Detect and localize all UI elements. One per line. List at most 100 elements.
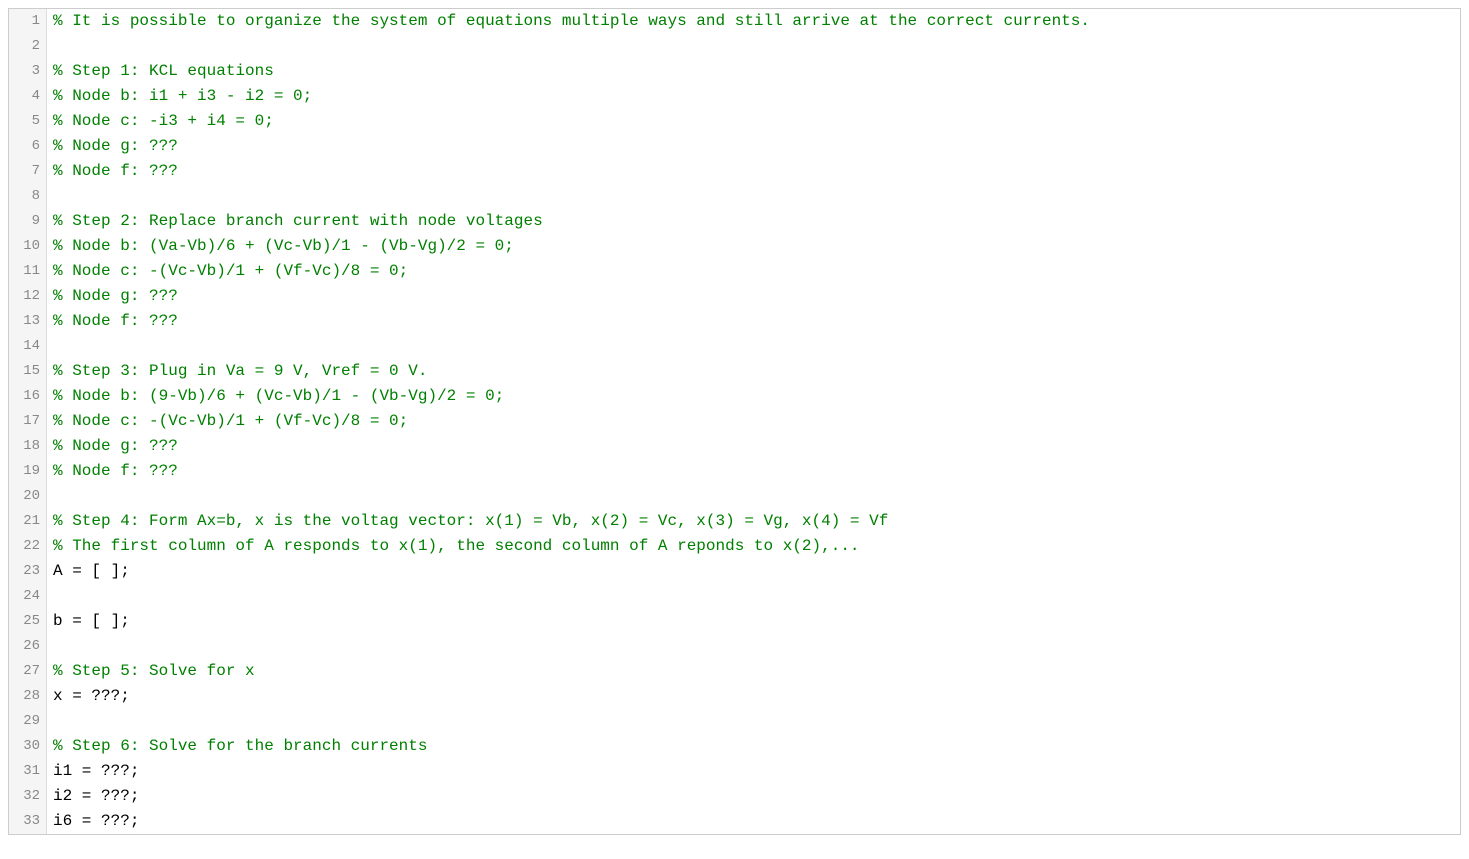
code-line[interactable]: 19 % Node f: ??? [9, 459, 1460, 484]
code-content[interactable]: % It is possible to organize the system … [47, 9, 1090, 34]
comment-span: % Node c: -(Vc-Vb)/1 + (Vf-Vc)/8 = 0; [53, 412, 408, 430]
line-number: 19 [9, 459, 47, 484]
code-content[interactable]: A = [ ]; [47, 559, 130, 584]
code-span: x = ???; [53, 687, 130, 705]
line-number: 30 [9, 734, 47, 759]
code-line[interactable]: 21% Step 4: Form Ax=b, x is the voltag v… [9, 509, 1460, 534]
line-number: 29 [9, 709, 47, 734]
code-content[interactable]: % Step 2: Replace branch current with no… [47, 209, 543, 234]
code-line[interactable]: 13% Node f: ??? [9, 309, 1460, 334]
code-line[interactable]: 11% Node c: -(Vc-Vb)/1 + (Vf-Vc)/8 = 0; [9, 259, 1460, 284]
code-content[interactable] [47, 634, 53, 659]
code-line[interactable]: 9% Step 2: Replace branch current with n… [9, 209, 1460, 234]
code-line[interactable]: 26 [9, 634, 1460, 659]
code-content[interactable]: % Node f: ??? [47, 159, 178, 184]
comment-span: % Node g: ??? [53, 437, 178, 455]
code-line[interactable]: 25b = [ ]; [9, 609, 1460, 634]
line-number: 24 [9, 584, 47, 609]
code-content[interactable]: % Node g: ??? [47, 134, 178, 159]
line-number: 18 [9, 434, 47, 459]
line-number: 23 [9, 559, 47, 584]
code-line[interactable]: 30% Step 6: Solve for the branch current… [9, 734, 1460, 759]
line-number: 2 [9, 34, 47, 59]
code-content[interactable] [47, 709, 53, 734]
code-line[interactable]: 6 % Node g: ??? [9, 134, 1460, 159]
code-content[interactable]: % Node c: -(Vc-Vb)/1 + (Vf-Vc)/8 = 0; [47, 409, 408, 434]
code-content[interactable]: % Node g: ??? [47, 284, 178, 309]
comment-span: % Node f: ??? [53, 162, 178, 180]
line-number: 21 [9, 509, 47, 534]
code-content[interactable] [47, 584, 53, 609]
code-line[interactable]: 15% Step 3: Plug in Va = 9 V, Vref = 0 V… [9, 359, 1460, 384]
code-line[interactable]: 18 % Node g: ??? [9, 434, 1460, 459]
code-content[interactable]: i1 = ???; [47, 759, 139, 784]
code-line[interactable]: 28x = ???; [9, 684, 1460, 709]
code-span: A = [ ]; [53, 562, 130, 580]
code-span: i1 = ???; [53, 762, 139, 780]
code-content[interactable] [47, 184, 53, 209]
code-content[interactable]: % The first column of A responds to x(1)… [47, 534, 860, 559]
comment-span: % Node g: ??? [53, 287, 178, 305]
code-content[interactable]: % Node f: ??? [47, 459, 178, 484]
code-line[interactable]: 29 [9, 709, 1460, 734]
code-content[interactable]: % Step 3: Plug in Va = 9 V, Vref = 0 V. [47, 359, 427, 384]
code-content[interactable]: % Step 6: Solve for the branch currents [47, 734, 427, 759]
line-number: 31 [9, 759, 47, 784]
code-span: b = [ ]; [53, 612, 130, 630]
code-content[interactable]: % Node c: -(Vc-Vb)/1 + (Vf-Vc)/8 = 0; [47, 259, 408, 284]
code-editor[interactable]: 1% It is possible to organize the system… [8, 8, 1461, 835]
line-number: 5 [9, 109, 47, 134]
code-line[interactable]: 23 A = [ ]; [9, 559, 1460, 584]
code-content[interactable]: b = [ ]; [47, 609, 130, 634]
code-content[interactable]: % Step 5: Solve for x [47, 659, 255, 684]
code-line[interactable]: 14 [9, 334, 1460, 359]
comment-span: % The first column of A responds to x(1)… [53, 537, 860, 555]
code-line[interactable]: 16% Node b: (9-Vb)/6 + (Vc-Vb)/1 - (Vb-V… [9, 384, 1460, 409]
code-line[interactable]: 8 [9, 184, 1460, 209]
code-line[interactable]: 24 [9, 584, 1460, 609]
line-number: 20 [9, 484, 47, 509]
line-number: 8 [9, 184, 47, 209]
code-content[interactable]: % Node b: (9-Vb)/6 + (Vc-Vb)/1 - (Vb-Vg)… [47, 384, 504, 409]
code-line[interactable]: 20 [9, 484, 1460, 509]
line-number: 27 [9, 659, 47, 684]
line-number: 3 [9, 59, 47, 84]
comment-span: % Node b: i1 + i3 - i2 = 0; [53, 87, 312, 105]
code-line[interactable]: 32i2 = ???; [9, 784, 1460, 809]
code-content[interactable]: % Node b: (Va-Vb)/6 + (Vc-Vb)/1 - (Vb-Vg… [47, 234, 514, 259]
line-number: 15 [9, 359, 47, 384]
comment-span: % Node g: ??? [53, 137, 178, 155]
code-content[interactable]: % Node b: i1 + i3 - i2 = 0; [47, 84, 312, 109]
line-number: 6 [9, 134, 47, 159]
code-line[interactable]: 31 i1 = ???; [9, 759, 1460, 784]
line-number: 4 [9, 84, 47, 109]
code-line[interactable]: 3% Step 1: KCL equations [9, 59, 1460, 84]
code-line[interactable]: 17% Node c: -(Vc-Vb)/1 + (Vf-Vc)/8 = 0; [9, 409, 1460, 434]
line-number: 7 [9, 159, 47, 184]
code-content[interactable]: % Node c: -i3 + i4 = 0; [47, 109, 274, 134]
code-line[interactable]: 12% Node g: ??? [9, 284, 1460, 309]
code-line[interactable]: 27% Step 5: Solve for x [9, 659, 1460, 684]
code-line[interactable]: 5% Node c: -i3 + i4 = 0; [9, 109, 1460, 134]
code-content[interactable]: i2 = ???; [47, 784, 139, 809]
line-number: 26 [9, 634, 47, 659]
code-line[interactable]: 1% It is possible to organize the system… [9, 9, 1460, 34]
code-line[interactable]: 4 % Node b: i1 + i3 - i2 = 0; [9, 84, 1460, 109]
code-content[interactable] [47, 334, 53, 359]
code-line[interactable]: 22 % The first column of A responds to x(… [9, 534, 1460, 559]
code-line[interactable]: 33i6 = ???; [9, 809, 1460, 834]
code-content[interactable] [47, 34, 53, 59]
code-content[interactable]: x = ???; [47, 684, 130, 709]
line-number: 22 [9, 534, 47, 559]
code-content[interactable] [47, 484, 53, 509]
code-line[interactable]: 7 % Node f: ??? [9, 159, 1460, 184]
code-content[interactable]: % Step 4: Form Ax=b, x is the voltag vec… [47, 509, 888, 534]
comment-span: % Node f: ??? [53, 462, 178, 480]
code-span: i6 = ???; [53, 812, 139, 830]
code-content[interactable]: i6 = ???; [47, 809, 139, 834]
code-content[interactable]: % Step 1: KCL equations [47, 59, 274, 84]
code-content[interactable]: % Node f: ??? [47, 309, 178, 334]
code-line[interactable]: 2 [9, 34, 1460, 59]
code-line[interactable]: 10% Node b: (Va-Vb)/6 + (Vc-Vb)/1 - (Vb-… [9, 234, 1460, 259]
code-content[interactable]: % Node g: ??? [47, 434, 178, 459]
